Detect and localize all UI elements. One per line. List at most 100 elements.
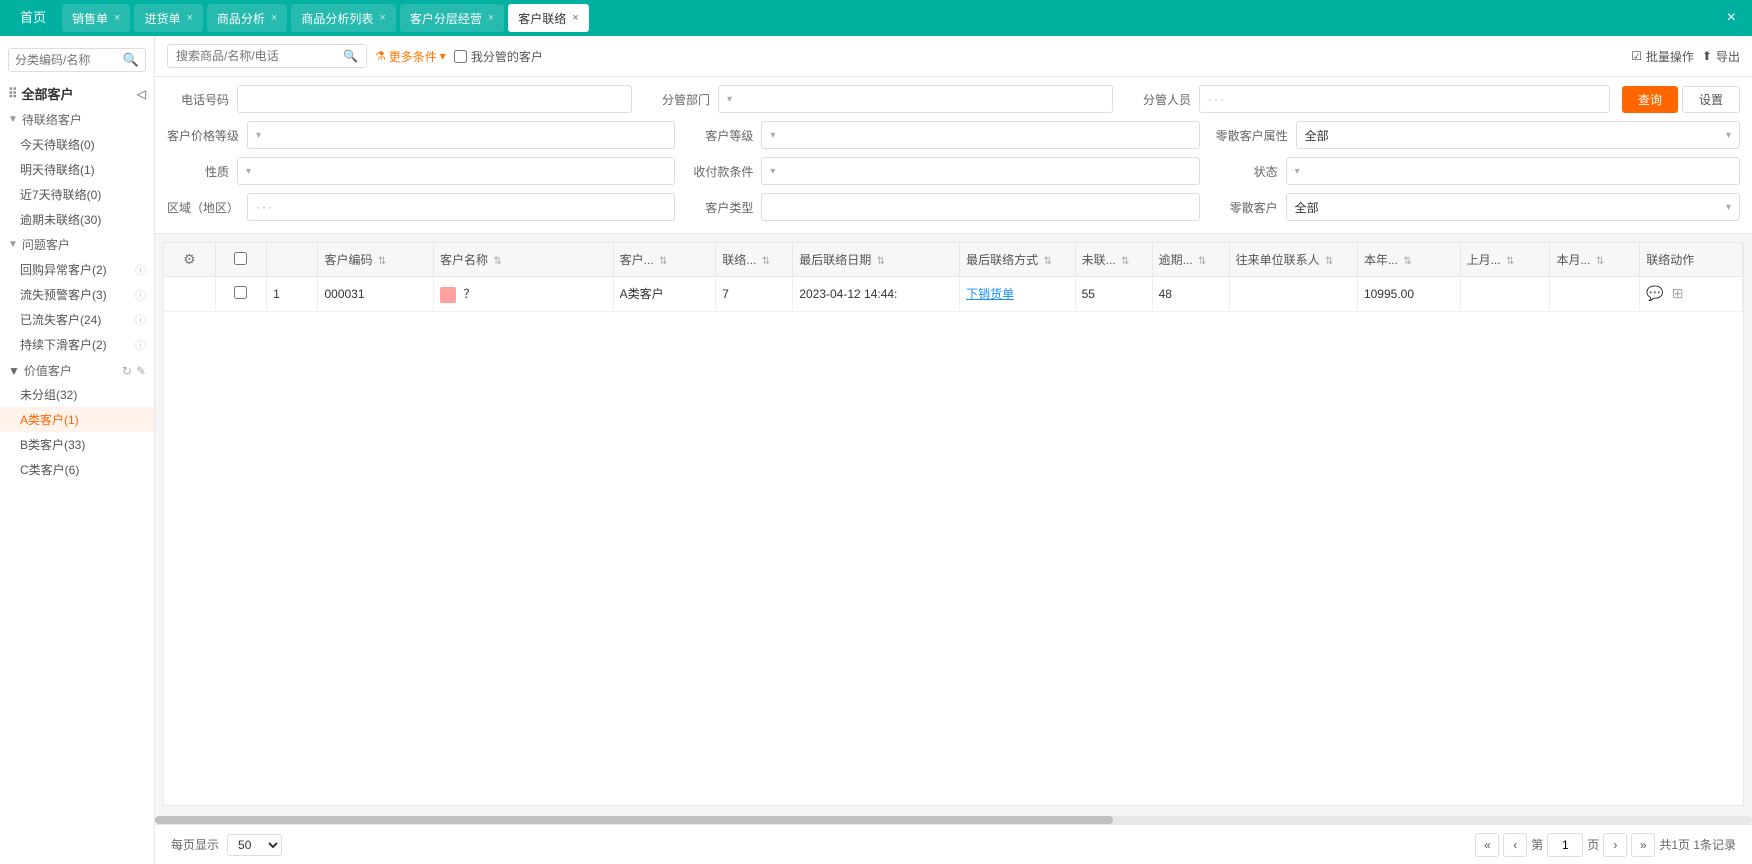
close-product-list-tab-icon[interactable]: × — [379, 12, 385, 24]
window-close-button[interactable]: × — [1719, 9, 1744, 27]
my-customers-checkbox[interactable] — [454, 50, 467, 63]
first-page-button[interactable]: « — [1475, 833, 1499, 857]
retail-customer-label: 零散客户 — [1216, 199, 1286, 216]
this-year-column-header[interactable]: 本年... ⇅ — [1357, 243, 1460, 277]
qrcode-icon[interactable]: ⊞ — [1672, 285, 1684, 302]
tab-customer-tier[interactable]: 客户分层经营 × — [400, 4, 504, 32]
page-number-input[interactable] — [1547, 833, 1583, 857]
customer-grade-select[interactable]: ▾ — [761, 121, 1199, 149]
payment-label: 收付款条件 — [691, 163, 761, 180]
sidebar-item-churn-warning[interactable]: 流失预警客户(3) ⓘ — [0, 282, 154, 307]
page-navigation: « ‹ 第 页 › » 共1页 1条记录 — [1475, 833, 1736, 857]
phone-input[interactable] — [237, 85, 632, 113]
close-purchase-tab-icon[interactable]: × — [186, 12, 192, 24]
this-month-column-header[interactable]: 本月... ⇅ — [1550, 243, 1640, 277]
page-size-select[interactable]: 50 100 200 — [227, 834, 282, 856]
region-label: 区域（地区） — [167, 199, 247, 216]
filter-search-box[interactable]: 🔍 — [167, 44, 367, 68]
pagination-bar: 每页显示 50 100 200 « ‹ 第 页 › » 共1页 1条记录 — [155, 824, 1752, 864]
horizontal-scrollbar[interactable] — [155, 814, 1752, 824]
tab-product-analysis[interactable]: 商品分析 × — [207, 4, 287, 32]
sidebar-item-overdue-contact[interactable]: 逾期未联络(30) — [0, 207, 154, 232]
filter-search-input[interactable] — [176, 49, 339, 63]
prev-page-button[interactable]: ‹ — [1503, 833, 1527, 857]
contact-column-header[interactable]: 联络... ⇅ — [716, 243, 793, 277]
select-all-checkbox[interactable] — [234, 252, 247, 265]
sidebar-group-value-customers[interactable]: ▼ 价值客户 ↻ ✎ — [0, 357, 154, 382]
my-customers-checkbox-group[interactable]: 我分管的客户 — [454, 48, 543, 65]
tab-purchase-order[interactable]: 进货单 × — [134, 4, 202, 32]
sidebar-search-input[interactable] — [15, 53, 123, 67]
customer-type-input[interactable] — [761, 193, 1199, 221]
sidebar-item-class-a[interactable]: A类客户(1) — [0, 407, 154, 432]
row-this-year-cell: 10995.00 — [1357, 277, 1460, 312]
next-page-button[interactable]: › — [1603, 833, 1627, 857]
tab-sales-order[interactable]: 销售单 × — [62, 4, 130, 32]
price-grade-select[interactable]: ▾ — [247, 121, 675, 149]
export-icon: ⬆ — [1702, 49, 1712, 63]
customer-table: ⚙ 客户编码 ⇅ 客户名称 ⇅ — [164, 243, 1743, 312]
info-icon4: ⓘ — [135, 337, 146, 353]
sidebar-item-churned[interactable]: 已流失客户(24) ⓘ — [0, 307, 154, 332]
dots-icon2: ··· — [256, 200, 274, 214]
refresh-icon[interactable]: ↻ — [122, 364, 132, 378]
last-contact-way-column-header[interactable]: 最后联络方式 ⇅ — [960, 243, 1076, 277]
sidebar-group-problem-customers[interactable]: ▼ 问题客户 — [0, 232, 154, 257]
settings-button[interactable]: 设置 — [1682, 86, 1740, 113]
chevron-down-icon2: ▾ — [256, 130, 261, 141]
close-customer-tier-tab-icon[interactable]: × — [488, 12, 494, 24]
last-contact-way-link[interactable]: 下销货单 — [966, 287, 1014, 301]
export-button[interactable]: ⬆ 导出 — [1702, 48, 1740, 65]
no-contact-column-header[interactable]: 未联... ⇅ — [1075, 243, 1152, 277]
sidebar-item-ungrouped[interactable]: 未分组(32) — [0, 382, 154, 407]
customer-name-text: ？ — [463, 287, 475, 301]
sidebar-search-box[interactable]: 🔍 — [8, 48, 146, 72]
close-customer-contact-tab-icon[interactable]: × — [572, 12, 578, 24]
phone-label: 电话号码 — [167, 91, 237, 108]
row-overdue-cell: 48 — [1152, 277, 1229, 312]
unit-contact-column-header[interactable]: 往来单位联系人 ⇅ — [1229, 243, 1357, 277]
more-filters-button[interactable]: ⚗ 更多条件 ▾ — [375, 48, 446, 65]
gear-column-header[interactable]: ⚙ — [164, 243, 215, 277]
dept-select[interactable]: ▾ — [718, 85, 1113, 113]
batch-operation-button[interactable]: ☑ 批量操作 — [1631, 48, 1694, 65]
last-page-button[interactable]: » — [1631, 833, 1655, 857]
row-checkbox-cell[interactable] — [215, 277, 266, 312]
gear-icon[interactable]: ⚙ — [183, 251, 196, 267]
manager-input[interactable]: ··· — [1199, 85, 1610, 113]
sidebar-item-abnormal-repurchase[interactable]: 回购异常客户(2) ⓘ — [0, 257, 154, 282]
row-last-contact-way-cell[interactable]: 下销货单 — [960, 277, 1076, 312]
sidebar-item-7days-pending[interactable]: 近7天待联络(0) — [0, 182, 154, 207]
comment-icon[interactable]: 💬 — [1646, 285, 1663, 302]
row-checkbox[interactable] — [234, 286, 247, 299]
tab-product-analysis-list[interactable]: 商品分析列表 × — [291, 4, 395, 32]
name-column-header[interactable]: 客户名称 ⇅ — [433, 243, 613, 277]
overdue-column-header[interactable]: 逾期... ⇅ — [1152, 243, 1229, 277]
home-tab[interactable]: 首页 — [8, 0, 58, 36]
status-select[interactable]: ▾ — [1286, 157, 1740, 185]
sidebar-group-pending-contact[interactable]: ▼ 待联络客户 — [0, 107, 154, 132]
retail-customer-select[interactable]: 全部 ▾ — [1286, 193, 1740, 221]
tab-customer-contact[interactable]: 客户联络 × — [508, 4, 588, 32]
region-input[interactable]: ··· — [247, 193, 675, 221]
sidebar-item-today-pending[interactable]: 今天待联络(0) — [0, 132, 154, 157]
nature-select[interactable]: ▾ — [237, 157, 675, 185]
sidebar-item-class-c[interactable]: C类客户(6) — [0, 457, 154, 482]
close-sales-tab-icon[interactable]: × — [114, 12, 120, 24]
edit-icon[interactable]: ✎ — [136, 364, 146, 378]
retail-attr-select[interactable]: 全部 ▾ — [1296, 121, 1740, 149]
sidebar-item-declining[interactable]: 持续下滑客户(2) ⓘ — [0, 332, 154, 357]
payment-select[interactable]: ▾ — [761, 157, 1199, 185]
last-contact-date-column-header[interactable]: 最后联络日期 ⇅ — [793, 243, 960, 277]
main-layout: 🔍 ⠿ 全部客户 ◁ ▼ 待联络客户 今天待联络(0) 明天待联络(1) 近7天… — [0, 36, 1752, 864]
row-last-contact-date-cell: 2023-04-12 14:44: — [793, 277, 960, 312]
code-column-header[interactable]: 客户编码 ⇅ — [318, 243, 434, 277]
query-button[interactable]: 查询 — [1622, 86, 1678, 113]
close-product-analysis-tab-icon[interactable]: × — [271, 12, 277, 24]
sidebar-item-class-b[interactable]: B类客户(33) — [0, 432, 154, 457]
category-column-header[interactable]: 客户... ⇅ — [613, 243, 716, 277]
dept-label: 分管部门 — [648, 91, 718, 108]
sidebar-item-tomorrow-pending[interactable]: 明天待联络(1) — [0, 157, 154, 182]
sidebar-collapse-icon[interactable]: ◁ — [137, 87, 146, 101]
last-month-column-header[interactable]: 上月... ⇅ — [1460, 243, 1550, 277]
